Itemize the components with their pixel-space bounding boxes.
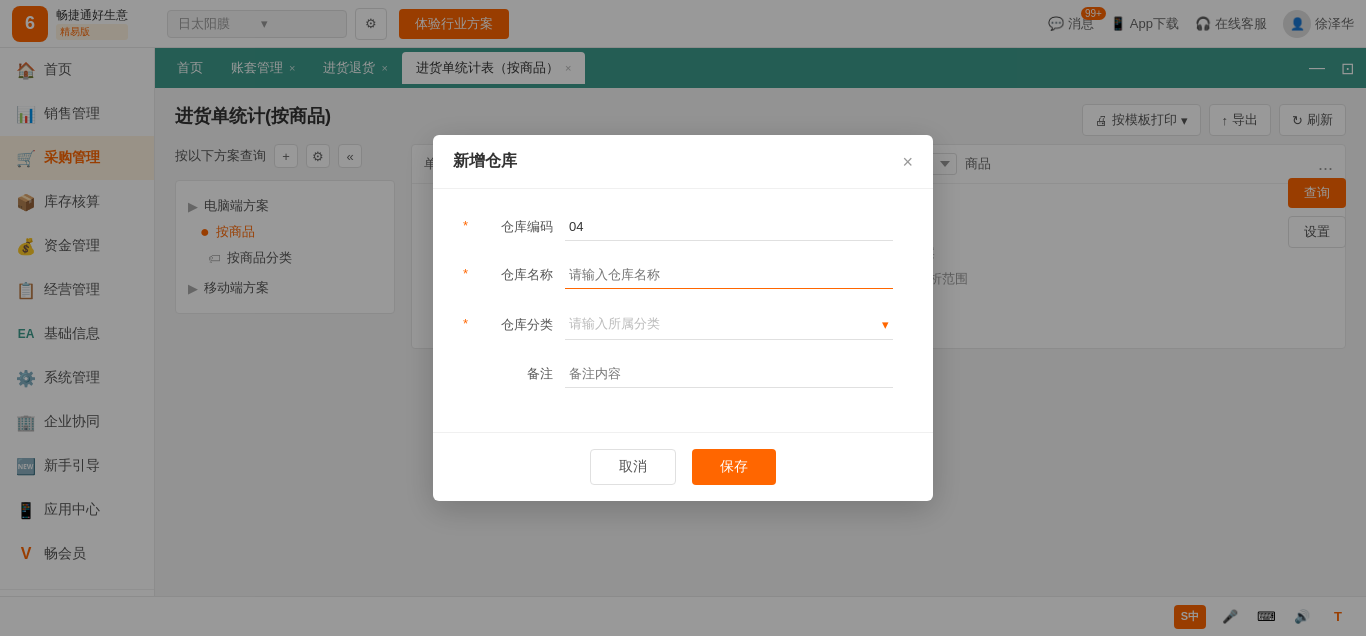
dialog-close-button[interactable]: × [902, 153, 913, 171]
name-label: 仓库名称 [473, 266, 553, 284]
form-row-name: 仓库名称 [473, 261, 893, 289]
dialog-header: 新增仓库 × [433, 135, 933, 189]
code-label: 仓库编码 [473, 218, 553, 236]
note-label: 备注 [473, 365, 553, 383]
form-row-note: 备注 [473, 360, 893, 388]
modal-overlay: 新增仓库 × 仓库编码 仓库名称 仓库分类 请输入所属分类 ▾ [0, 0, 1366, 636]
dialog-title: 新增仓库 [453, 151, 517, 172]
code-input[interactable] [565, 213, 893, 241]
note-input[interactable] [565, 360, 893, 388]
cancel-button[interactable]: 取消 [590, 449, 676, 485]
save-button[interactable]: 保存 [692, 449, 776, 485]
form-row-code: 仓库编码 [473, 213, 893, 241]
dialog-body: 仓库编码 仓库名称 仓库分类 请输入所属分类 ▾ 备注 [433, 189, 933, 432]
form-row-category: 仓库分类 请输入所属分类 ▾ [473, 309, 893, 340]
category-label: 仓库分类 [473, 316, 553, 334]
dialog-footer: 取消 保存 [433, 432, 933, 501]
dropdown-arrow-icon: ▾ [882, 317, 889, 332]
category-select[interactable]: 请输入所属分类 ▾ [565, 309, 893, 340]
name-input[interactable] [565, 261, 893, 289]
add-warehouse-dialog: 新增仓库 × 仓库编码 仓库名称 仓库分类 请输入所属分类 ▾ [433, 135, 933, 501]
